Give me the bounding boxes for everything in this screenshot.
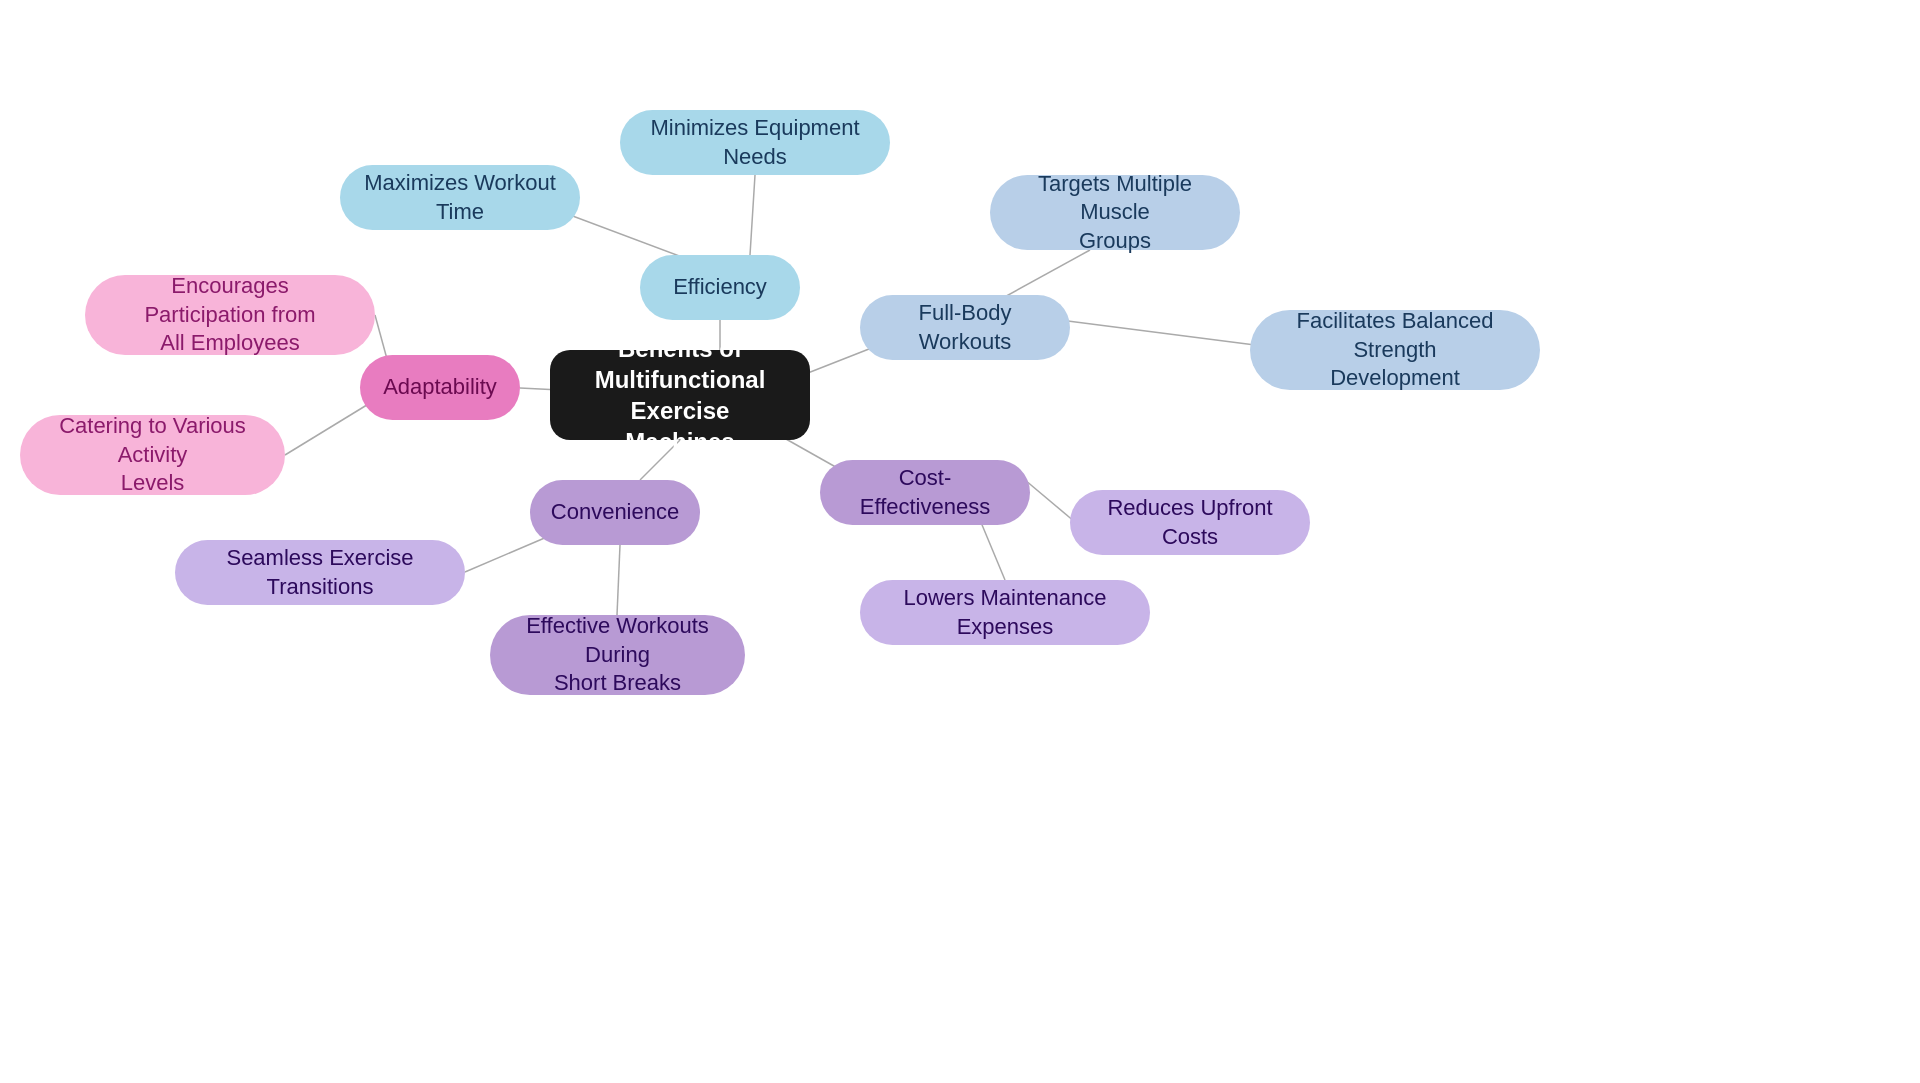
minimizes-equipment-needs-node: Minimizes Equipment Needs xyxy=(620,110,890,175)
adaptability-node: Adaptability xyxy=(360,355,520,420)
svg-line-5 xyxy=(285,400,375,455)
lowers-maintenance-node: Lowers Maintenance Expenses xyxy=(860,580,1150,645)
convenience-node: Convenience xyxy=(530,480,700,545)
effective-workouts-node: Effective Workouts During Short Breaks xyxy=(490,615,745,695)
maximizes-workout-time-node: Maximizes Workout Time xyxy=(340,165,580,230)
center-node: Benefits of Multifunctional Exercise Mac… xyxy=(550,350,810,440)
full-body-workouts-node: Full-Body Workouts xyxy=(860,295,1070,360)
svg-line-8 xyxy=(1060,320,1255,345)
encourages-participation-node: Encourages Participation from All Employ… xyxy=(85,275,375,355)
svg-line-2 xyxy=(750,175,755,255)
svg-line-11 xyxy=(980,520,1005,580)
facilitates-balanced-node: Facilitates Balanced Strength Developmen… xyxy=(1250,310,1540,390)
svg-line-14 xyxy=(617,545,620,615)
catering-activity-levels-node: Catering to Various Activity Levels xyxy=(20,415,285,495)
cost-effectiveness-node: Cost-Effectiveness xyxy=(820,460,1030,525)
seamless-transitions-node: Seamless Exercise Transitions xyxy=(175,540,465,605)
efficiency-node: Efficiency xyxy=(640,255,800,320)
svg-line-10 xyxy=(1025,480,1075,522)
reduces-upfront-costs-node: Reduces Upfront Costs xyxy=(1070,490,1310,555)
targets-multiple-muscle-node: Targets Multiple Muscle Groups xyxy=(990,175,1240,250)
